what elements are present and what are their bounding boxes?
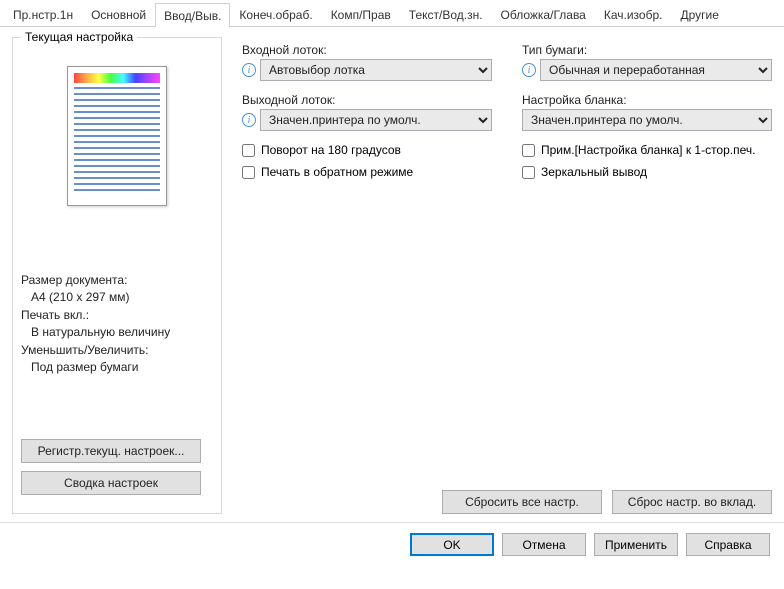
doc-size-label: Размер документа: <box>21 272 213 289</box>
tab-io[interactable]: Ввод/Выв. <box>155 3 230 27</box>
tab-finish[interactable]: Конеч.обраб. <box>230 2 321 26</box>
paper-type-select[interactable]: Обычная и переработанная <box>540 59 772 81</box>
input-tray-label: Входной лоток: <box>242 43 492 57</box>
output-tray-select[interactable]: Значен.принтера по умолч. <box>260 109 492 131</box>
zoom-label: Уменьшить/Увеличить: <box>21 342 213 359</box>
doc-info: Размер документа: A4 (210 x 297 мм) Печа… <box>21 272 213 376</box>
blank-setup-select[interactable]: Значен.принтера по умолч. <box>522 109 772 131</box>
print-on-value: В натуральную величину <box>21 324 213 341</box>
apply-button[interactable]: Применить <box>594 533 678 556</box>
doc-size-value: A4 (210 x 297 мм) <box>21 289 213 306</box>
help-button[interactable]: Справка <box>686 533 770 556</box>
tabs-bar: Пр.нстр.1н Основной Ввод/Выв. Конеч.обра… <box>0 0 784 27</box>
cancel-button[interactable]: Отмена <box>502 533 586 556</box>
settings-summary-button[interactable]: Сводка настроек <box>21 471 201 495</box>
reverse-print-checkbox[interactable]: Печать в обратном режиме <box>242 165 492 179</box>
tab-preset1[interactable]: Пр.нстр.1н <box>4 2 82 26</box>
info-icon[interactable]: i <box>522 63 536 77</box>
panel-title: Текущая настройка <box>21 30 137 44</box>
tab-watermark[interactable]: Текст/Вод.зн. <box>400 2 492 26</box>
blank-setup-label: Настройка бланка: <box>522 93 772 107</box>
register-settings-button[interactable]: Регистр.текущ. настроек... <box>21 439 201 463</box>
io-settings: Входной лоток: i Автовыбор лотка Тип бум… <box>222 37 772 514</box>
reset-all-button[interactable]: Сбросить все настр. <box>442 490 602 514</box>
tab-quality[interactable]: Кач.изобр. <box>595 2 672 26</box>
current-settings-panel: Текущая настройка Размер документа: A4 (… <box>12 37 222 514</box>
tab-main[interactable]: Основной <box>82 2 155 26</box>
ok-button[interactable]: OK <box>410 533 494 556</box>
tab-other[interactable]: Другие <box>671 2 727 26</box>
zoom-value: Под размер бумаги <box>21 359 213 376</box>
input-tray-select[interactable]: Автовыбор лотка <box>260 59 492 81</box>
page-preview <box>21 46 213 220</box>
mirror-output-checkbox[interactable]: Зеркальный вывод <box>522 165 772 179</box>
info-icon[interactable]: i <box>242 63 256 77</box>
rotate-180-checkbox[interactable]: Поворот на 180 градусов <box>242 143 492 157</box>
output-tray-label: Выходной лоток: <box>242 93 492 107</box>
tab-cover[interactable]: Обложка/Глава <box>492 2 595 26</box>
paper-type-label: Тип бумаги: <box>522 43 772 57</box>
info-icon[interactable]: i <box>242 113 256 127</box>
dialog-buttons: OK Отмена Применить Справка <box>0 522 784 566</box>
print-on-label: Печать вкл.: <box>21 307 213 324</box>
apply-blank-checkbox[interactable]: Прим.[Настройка бланка] к 1-стор.печ. <box>522 143 772 157</box>
reset-tab-button[interactable]: Сброс настр. во вклад. <box>612 490 772 514</box>
tab-comp[interactable]: Комп/Прав <box>322 2 400 26</box>
